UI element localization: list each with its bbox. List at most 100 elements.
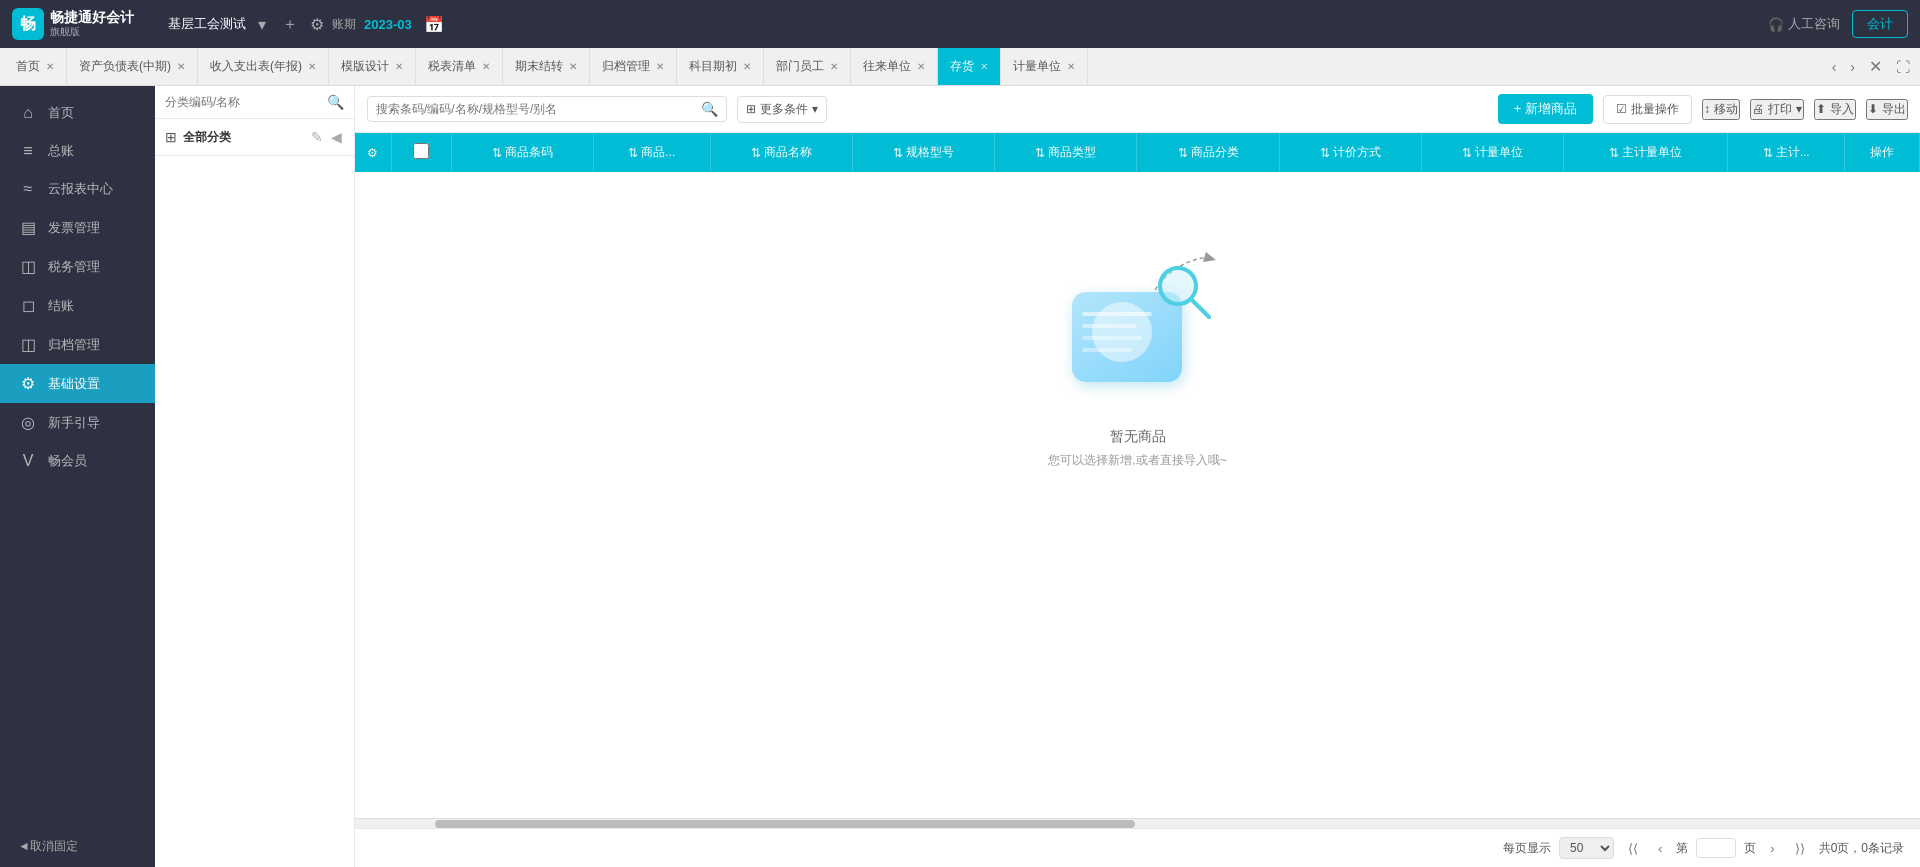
export-icon: ⬇ bbox=[1868, 102, 1878, 116]
settings-gear-icon[interactable]: ⚙ bbox=[310, 15, 324, 34]
select-all-checkbox[interactable] bbox=[413, 143, 429, 159]
tab-tax-list[interactable]: 税表清单 ✕ bbox=[416, 48, 503, 86]
sidebar-item-invoice[interactable]: ▤ 发票管理 bbox=[0, 208, 155, 247]
empty-illustration bbox=[1058, 252, 1218, 412]
tab-nav-right[interactable]: › bbox=[1844, 57, 1861, 77]
headset-icon: 🎧 bbox=[1768, 17, 1784, 32]
unpin-button[interactable]: ◄取消固定 bbox=[18, 838, 137, 855]
logo-area: 畅 畅捷通好会计 旗舰版 bbox=[12, 8, 152, 40]
th-spec[interactable]: ⇅规格型号 bbox=[852, 133, 994, 172]
tab-counterpart[interactable]: 往来单位 ✕ bbox=[851, 48, 938, 86]
th-main-unit[interactable]: ⇅主计量单位 bbox=[1564, 133, 1728, 172]
tab-tax-close[interactable]: ✕ bbox=[482, 61, 490, 72]
th-main-count[interactable]: ⇅主计... bbox=[1728, 133, 1845, 172]
page-number-input[interactable]: 1 bbox=[1696, 838, 1736, 858]
print-icon: 🖨 bbox=[1752, 102, 1764, 116]
product-search-bar: 🔍 bbox=[367, 96, 727, 122]
member-icon: V bbox=[18, 452, 38, 470]
sidebar-item-tax[interactable]: ◫ 税务管理 bbox=[0, 247, 155, 286]
sort-icon-unit: ⇅ bbox=[1462, 146, 1472, 160]
tab-close-all[interactable]: ✕ bbox=[1863, 55, 1888, 78]
tab-counterpart-close[interactable]: ✕ bbox=[917, 61, 925, 72]
print-button[interactable]: 🖨 打印 ▾ bbox=[1750, 99, 1804, 120]
th-type[interactable]: ⇅商品类型 bbox=[995, 133, 1137, 172]
tab-income-close[interactable]: ✕ bbox=[308, 61, 316, 72]
sidebar-item-settings[interactable]: ⚙ 基础设置 bbox=[0, 364, 155, 403]
tab-archive-close[interactable]: ✕ bbox=[656, 61, 664, 72]
horizontal-scrollbar[interactable] bbox=[355, 818, 1920, 828]
logo-icon: 畅 bbox=[12, 8, 44, 40]
move-button[interactable]: ↕ 移动 bbox=[1702, 99, 1740, 120]
sidebar-item-settlement[interactable]: ◻ 结账 bbox=[0, 286, 155, 325]
tab-inventory[interactable]: 存货 ✕ bbox=[938, 48, 1001, 86]
category-search-icon[interactable]: 🔍 bbox=[327, 94, 344, 110]
sidebar-item-guide[interactable]: ◎ 新手引导 bbox=[0, 403, 155, 442]
add-tab-icon[interactable]: ＋ bbox=[282, 14, 298, 35]
svg-line-2 bbox=[1191, 299, 1209, 317]
tab-dept-close[interactable]: ✕ bbox=[830, 61, 838, 72]
th-barcode[interactable]: ⇅商品条码 bbox=[451, 133, 593, 172]
tab-income[interactable]: 收入支出表(年报) ✕ bbox=[198, 48, 329, 86]
th-category[interactable]: ⇅商品分类 bbox=[1137, 133, 1279, 172]
next-page-btn[interactable]: › bbox=[1764, 839, 1780, 858]
pagination-bar: 每页显示 50 100 200 ⟨⟨ ‹ 第 1 页 › ⟩⟩ 共0页，0条记录 bbox=[355, 828, 1920, 867]
product-search-input[interactable] bbox=[376, 102, 695, 116]
category-collapse-btn[interactable]: ◀ bbox=[329, 127, 344, 147]
sort-icon-name: ⇅ bbox=[751, 146, 761, 160]
tab-dept-staff[interactable]: 部门员工 ✕ bbox=[764, 48, 851, 86]
batch-icon: ☑ bbox=[1616, 102, 1627, 116]
sort-icon-barcode: ⇅ bbox=[492, 146, 502, 160]
tab-template-close[interactable]: ✕ bbox=[395, 61, 403, 72]
batch-operation-button[interactable]: ☑ 批量操作 bbox=[1603, 95, 1692, 124]
first-page-btn[interactable]: ⟨⟨ bbox=[1622, 839, 1644, 858]
tab-balance-sheet[interactable]: 资产负债表(中期) ✕ bbox=[67, 48, 198, 86]
import-button[interactable]: ⬆ 导入 bbox=[1814, 99, 1856, 120]
th-price-method[interactable]: ⇅计价方式 bbox=[1279, 133, 1421, 172]
tab-home-close[interactable]: ✕ bbox=[46, 61, 54, 72]
sort-icon-category: ⇅ bbox=[1178, 146, 1188, 160]
company-dropdown-icon[interactable]: ▾ bbox=[258, 15, 266, 34]
tab-subject-initial[interactable]: 科目期初 ✕ bbox=[677, 48, 764, 86]
add-product-button[interactable]: + 新增商品 bbox=[1498, 94, 1593, 124]
empty-desc: 您可以选择新增,或者直接导入哦~ bbox=[1048, 452, 1226, 469]
tab-inventory-close[interactable]: ✕ bbox=[980, 61, 988, 72]
content-inner: 🔍 ⊞ 全部分类 ✎ ◀ 🔍 bbox=[155, 86, 1920, 867]
th-unit[interactable]: ⇅计量单位 bbox=[1421, 133, 1563, 172]
sidebar-item-reports[interactable]: ≈ 云报表中心 bbox=[0, 170, 155, 208]
th-code[interactable]: ⇅商品... bbox=[593, 133, 710, 172]
sidebar-item-general-ledger[interactable]: ≡ 总账 bbox=[0, 132, 155, 170]
sidebar-item-member[interactable]: V 畅会员 bbox=[0, 442, 155, 480]
account-button[interactable]: 会计 bbox=[1852, 10, 1908, 38]
prev-page-btn[interactable]: ‹ bbox=[1652, 839, 1668, 858]
tab-expand[interactable]: ⛶ bbox=[1890, 57, 1916, 77]
table-settings-icon[interactable]: ⚙ bbox=[355, 133, 391, 172]
settlement-icon: ◻ bbox=[18, 296, 38, 315]
per-page-select[interactable]: 50 100 200 bbox=[1559, 837, 1614, 859]
th-name[interactable]: ⇅商品名称 bbox=[710, 133, 852, 172]
filter-button[interactable]: ⊞ 更多条件 ▾ bbox=[737, 96, 827, 123]
category-search-input[interactable] bbox=[165, 95, 321, 109]
last-page-btn[interactable]: ⟩⟩ bbox=[1789, 839, 1811, 858]
tab-balance-close[interactable]: ✕ bbox=[177, 61, 185, 72]
export-button[interactable]: ⬇ 导出 bbox=[1866, 99, 1908, 120]
sort-icon-price: ⇅ bbox=[1320, 146, 1330, 160]
sidebar-item-home[interactable]: ⌂ 首页 bbox=[0, 94, 155, 132]
tab-nav-left[interactable]: ‹ bbox=[1826, 57, 1843, 77]
tab-unit[interactable]: 计量单位 ✕ bbox=[1001, 48, 1088, 86]
filter-icon: ⊞ bbox=[746, 102, 756, 116]
tab-period-carry[interactable]: 期末结转 ✕ bbox=[503, 48, 590, 86]
tab-template[interactable]: 模版设计 ✕ bbox=[329, 48, 416, 86]
category-edit-btn[interactable]: ✎ bbox=[309, 127, 325, 147]
tab-subject-close[interactable]: ✕ bbox=[743, 61, 751, 72]
calendar-icon[interactable]: 📅 bbox=[424, 15, 444, 34]
customer-service-btn[interactable]: 🎧 人工咨询 bbox=[1768, 15, 1840, 33]
tab-bar: 首页 ✕ 资产负债表(中期) ✕ 收入支出表(年报) ✕ 模版设计 ✕ 税表清单… bbox=[0, 48, 1920, 86]
tab-unit-close[interactable]: ✕ bbox=[1067, 61, 1075, 72]
tab-home[interactable]: 首页 ✕ bbox=[4, 48, 67, 86]
toolbar: 🔍 ⊞ 更多条件 ▾ + 新增商品 ☑ 批量操作 ↕ bbox=[355, 86, 1920, 133]
search-bar-icon[interactable]: 🔍 bbox=[701, 101, 718, 117]
scroll-thumb[interactable] bbox=[435, 820, 1135, 828]
tab-archive[interactable]: 归档管理 ✕ bbox=[590, 48, 677, 86]
tab-period-close[interactable]: ✕ bbox=[569, 61, 577, 72]
sidebar-item-archive[interactable]: ◫ 归档管理 bbox=[0, 325, 155, 364]
